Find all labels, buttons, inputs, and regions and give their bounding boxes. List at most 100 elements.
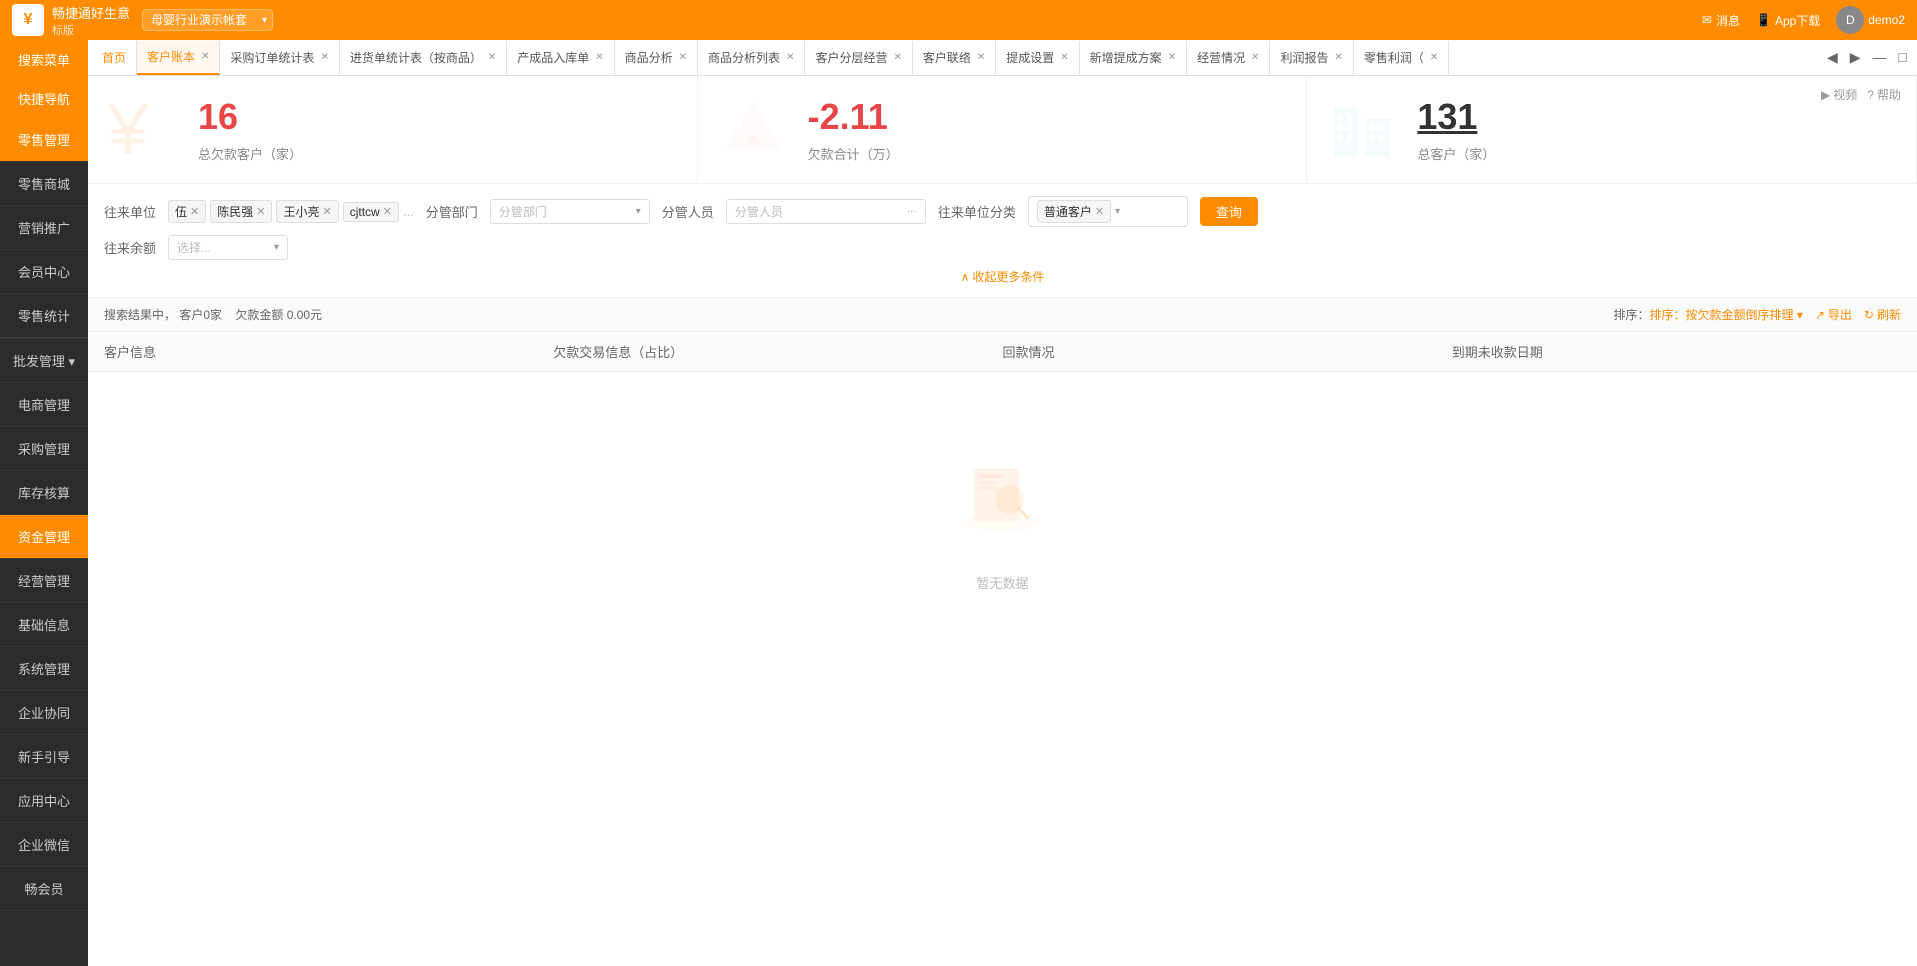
table-header-due-date: 到期未收款日期 — [1452, 342, 1901, 361]
main-layout: 搜索菜单 快捷导航 零售管理 零售商城 营销推广 会员中心 零售统计 批发管理 … — [0, 40, 1917, 966]
svg-text:✕: ✕ — [746, 128, 760, 147]
sidebar-item-new-guide[interactable]: 新手引导 — [0, 735, 88, 779]
tab-minimize[interactable]: — — [1867, 49, 1893, 66]
tab-retail-profit-close[interactable]: ✕ — [1430, 52, 1438, 63]
collapse-btn[interactable]: ∧ 收起更多条件 — [104, 268, 1901, 285]
result-debt-amount: 欠款金额 0.00元 — [235, 308, 322, 322]
filter-dept-select[interactable]: 分管部门 ▾ — [490, 199, 650, 224]
filter-category-tag-text: 普通客户 — [1044, 203, 1092, 220]
tab-profit-report[interactable]: 利润报告 ✕ — [1270, 41, 1353, 75]
stat-customers-count-value[interactable]: 131 — [1417, 96, 1886, 138]
sidebar-item-enterprise-wx[interactable]: 企业微信 — [0, 823, 88, 867]
sidebar-item-capital-mgmt[interactable]: 资金管理 — [0, 515, 88, 559]
stats-section: ¥ 16 总欠款客户（家） ✕ — [88, 76, 1917, 184]
tab-customer-segment[interactable]: 客户分层经营 ✕ — [805, 41, 912, 75]
tab-home[interactable]: 首页 — [92, 41, 137, 75]
user-area[interactable]: D demo2 — [1836, 6, 1905, 34]
tab-purchase-stats[interactable]: 采购订单统计表 ✕ — [220, 41, 339, 75]
tab-product-analysis-list[interactable]: 商品分析列表 ✕ — [698, 41, 805, 75]
app-download-btn[interactable]: 📱 App下载 — [1756, 12, 1820, 29]
tab-product-analysis-close[interactable]: ✕ — [679, 52, 687, 63]
filter-tag-more[interactable]: ... — [403, 204, 414, 219]
tab-inbound-stats-close[interactable]: ✕ — [488, 52, 496, 63]
tab-purchase-stats-close[interactable]: ✕ — [320, 52, 328, 63]
sidebar-item-batch-mgmt[interactable]: 批发管理 ▾ — [0, 339, 88, 383]
query-btn[interactable]: 查询 — [1200, 197, 1258, 226]
tab-new-incentive[interactable]: 新增提成方案 ✕ — [1080, 41, 1187, 75]
tab-scroll-left[interactable]: ◀ — [1821, 49, 1844, 66]
refresh-btn[interactable]: ↻ 刷新 — [1864, 306, 1901, 323]
tab-scroll-right[interactable]: ▶ — [1844, 49, 1867, 66]
filter-person-select[interactable]: 分管人员 ··· — [726, 199, 926, 224]
tab-product-analysis[interactable]: 商品分析 ✕ — [615, 41, 698, 75]
tab-product-analysis-list-close[interactable]: ✕ — [786, 52, 794, 63]
sidebar-nav[interactable]: 快捷导航 — [0, 79, 88, 118]
stat-total-customers-value: 16 — [198, 96, 667, 138]
result-bar: 搜索结果中， 客户0家 欠款金额 0.00元 排序：排序：按欠款金额倒序排理 ▾… — [88, 298, 1917, 332]
sidebar-search[interactable]: 搜索菜单 — [0, 40, 88, 79]
filter-balance-label: 往来余额 — [104, 238, 156, 257]
tab-new-incentive-close[interactable]: ✕ — [1168, 52, 1176, 63]
filter-category-label: 往来单位分类 — [938, 202, 1016, 221]
tab-maximize[interactable]: □ — [1893, 49, 1913, 66]
message-btn[interactable]: ✉ 消息 — [1702, 12, 1740, 29]
stat-2-content: -2.11 欠款合计（万） — [728, 96, 1277, 163]
video-icon: ▶ — [1821, 88, 1830, 102]
tab-customer-accounts-close[interactable]: ✕ — [201, 51, 209, 62]
tab-product-inbound-close[interactable]: ✕ — [595, 52, 603, 63]
sidebar-item-basic-info[interactable]: 基础信息 — [0, 603, 88, 647]
tab-profit-report-close[interactable]: ✕ — [1335, 52, 1343, 63]
sidebar-item-ops-mgmt[interactable]: 经营管理 — [0, 559, 88, 603]
sidebar: 搜索菜单 快捷导航 零售管理 零售商城 营销推广 会员中心 零售统计 批发管理 … — [0, 40, 88, 966]
sidebar-item-marketing[interactable]: 营销推广 — [0, 206, 88, 250]
tab-reminder-settings-label: 提成设置 — [1006, 49, 1054, 66]
video-btn[interactable]: ▶ 视频 — [1821, 86, 1857, 103]
tab-inbound-stats[interactable]: 进货单统计表（按商品） ✕ — [340, 41, 507, 75]
sidebar-item-enterprise-coop[interactable]: 企业协同 — [0, 691, 88, 735]
sidebar-item-retail-mgmt[interactable]: 零售管理 — [0, 118, 88, 162]
stat-icon-building — [1327, 93, 1397, 166]
help-btn[interactable]: ? 帮助 — [1867, 86, 1901, 103]
tab-ops-situation[interactable]: 经营情况 ✕ — [1187, 41, 1270, 75]
filter-tag-wu-text: 伍 — [175, 203, 187, 220]
filter-tag-wu: 伍 ✕ — [168, 200, 206, 223]
tab-reminder-settings[interactable]: 提成设置 ✕ — [996, 41, 1079, 75]
filter-tag-chen-close[interactable]: ✕ — [256, 205, 265, 218]
result-actions: 排序：排序：按欠款金额倒序排理 ▾ ↗ 导出 ↻ 刷新 — [1613, 306, 1901, 323]
industry-select[interactable]: 母婴行业演示帐套 — [142, 9, 273, 31]
filter-balance-select[interactable]: 选择... ▾ — [168, 235, 288, 260]
filter-dept-placeholder: 分管部门 — [499, 203, 636, 220]
tab-customer-accounts[interactable]: 客户账本 ✕ — [137, 41, 220, 75]
tab-reminder-settings-close[interactable]: ✕ — [1060, 52, 1068, 63]
filter-tag-chen-text: 陈民强 — [217, 203, 253, 220]
tab-retail-profit-label: 零售利润（ — [1364, 49, 1424, 66]
sidebar-item-purchase-mgmt[interactable]: 采购管理 — [0, 427, 88, 471]
sidebar-item-app-center[interactable]: 应用中心 — [0, 779, 88, 823]
filter-row-2: 往来余额 选择... ▾ — [104, 235, 1901, 260]
refresh-label: 刷新 — [1877, 306, 1901, 323]
tab-customer-contact-close[interactable]: ✕ — [977, 52, 985, 63]
filter-category-tag-close[interactable]: ✕ — [1095, 205, 1104, 218]
filter-tag-wu-close[interactable]: ✕ — [190, 205, 199, 218]
filter-tag-cjttcw-close[interactable]: ✕ — [383, 205, 392, 218]
stat-card-total-customers: ¥ 16 总欠款客户（家） — [88, 76, 698, 183]
filter-person-label: 分管人员 — [662, 202, 714, 221]
tab-customer-segment-close[interactable]: ✕ — [893, 52, 901, 63]
filter-category-select[interactable]: 普通客户 ✕ ▾ — [1028, 196, 1188, 227]
sidebar-item-member[interactable]: 会员中心 — [0, 250, 88, 294]
filter-tag-wang-close[interactable]: ✕ — [323, 205, 332, 218]
sidebar-item-ecom-mgmt[interactable]: 电商管理 — [0, 383, 88, 427]
tab-ops-situation-close[interactable]: ✕ — [1251, 52, 1259, 63]
sidebar-item-vip-member[interactable]: 畅会员 — [0, 867, 88, 911]
filter-area: 往来单位 伍 ✕ 陈民强 ✕ 王小亮 — [88, 184, 1917, 298]
export-btn[interactable]: ↗ 导出 — [1815, 306, 1852, 323]
sort-value[interactable]: 排序：按欠款金额倒序排理 — [1649, 308, 1793, 322]
sidebar-item-retail-mall[interactable]: 零售商城 — [0, 162, 88, 206]
tab-new-incentive-label: 新增提成方案 — [1090, 49, 1162, 66]
sidebar-item-sys-mgmt[interactable]: 系统管理 — [0, 647, 88, 691]
tab-retail-profit[interactable]: 零售利润（ ✕ — [1354, 41, 1449, 75]
tab-product-inbound[interactable]: 产成品入库单 ✕ — [507, 41, 614, 75]
sidebar-item-inventory[interactable]: 库存核算 — [0, 471, 88, 515]
tab-customer-contact[interactable]: 客户联络 ✕ — [913, 41, 996, 75]
sidebar-item-retail-stats[interactable]: 零售统计 — [0, 294, 88, 338]
